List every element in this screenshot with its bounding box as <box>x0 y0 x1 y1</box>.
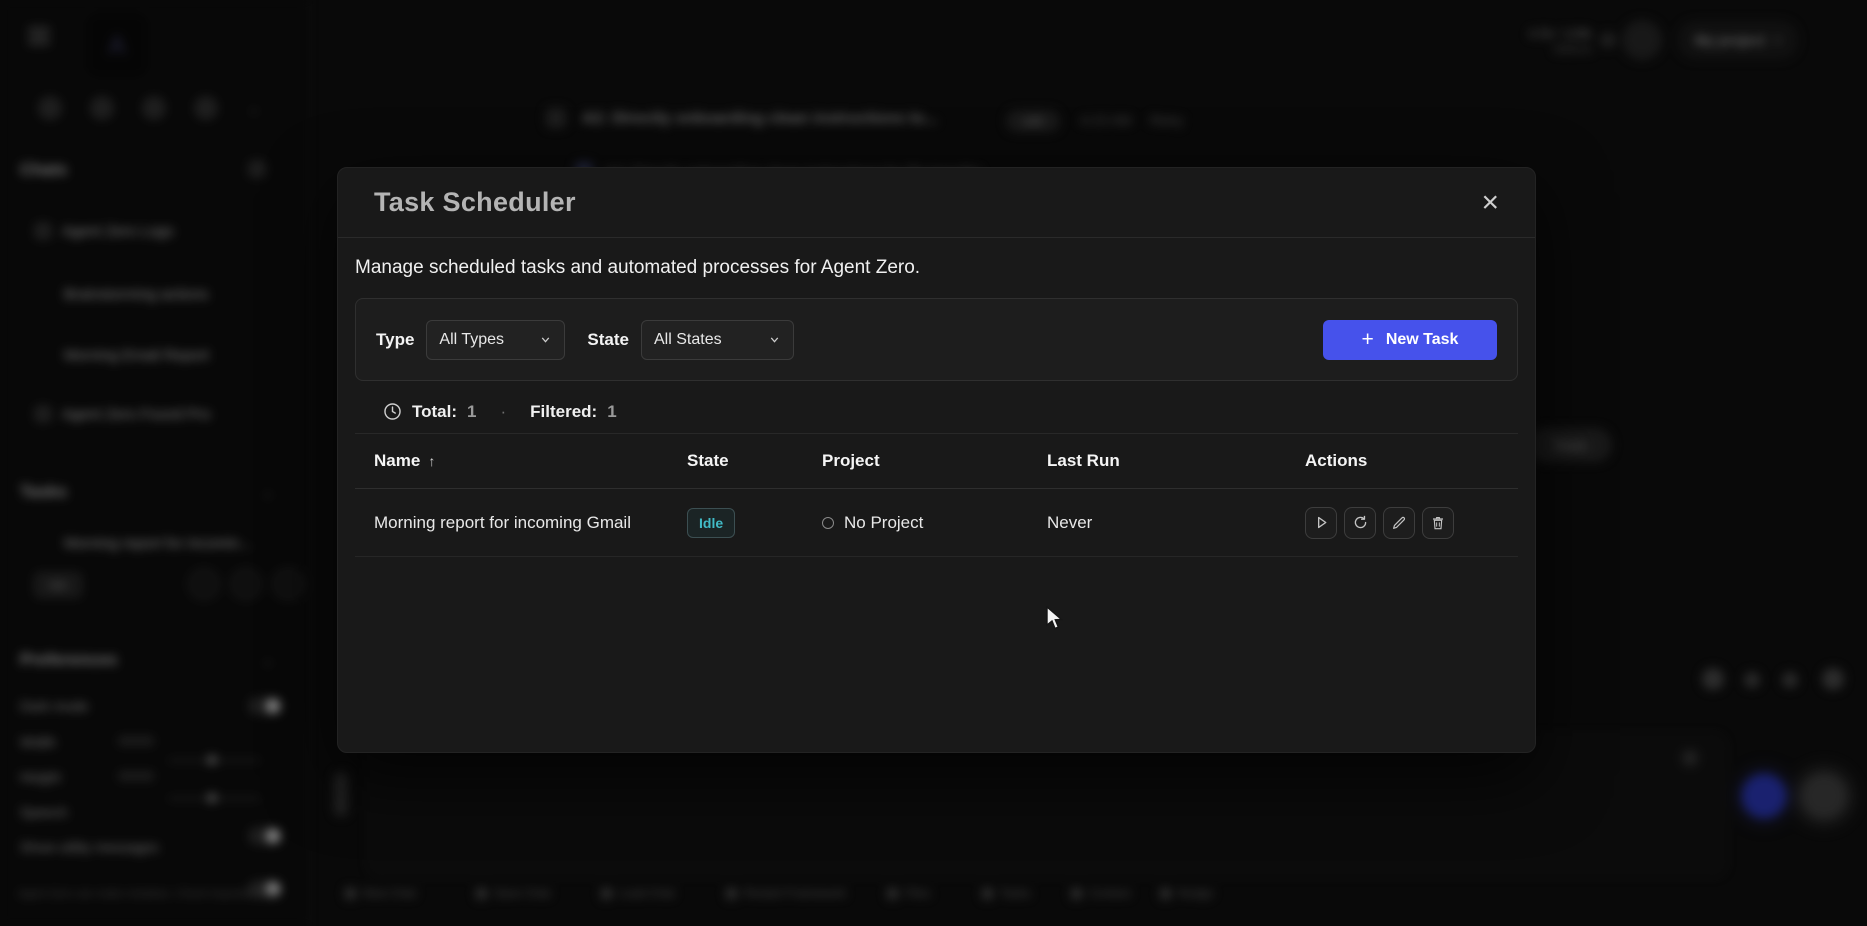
filtered-value: 1 <box>607 402 616 422</box>
sort-ascending-icon: ↑ <box>428 453 435 469</box>
mouse-cursor <box>1045 606 1067 632</box>
run-task-icon[interactable] <box>1305 507 1337 539</box>
edit-icon[interactable] <box>1383 507 1415 539</box>
task-scheduler-modal: Task Scheduler × Manage scheduled tasks … <box>337 167 1536 753</box>
last-run-value: Never <box>1047 513 1305 533</box>
chevron-down-icon <box>768 333 781 346</box>
table-row[interactable]: Morning report for incoming Gmail Idle N… <box>355 489 1518 557</box>
type-filter-label: Type <box>376 330 414 350</box>
column-header-state[interactable]: State <box>687 451 822 471</box>
filtered-label: Filtered: <box>530 402 597 422</box>
state-select[interactable]: All States <box>641 320 794 360</box>
filter-bar: Type All Types State All States + New Ta… <box>355 298 1518 381</box>
table-header-row: Name↑ State Project Last Run Actions <box>355 434 1518 489</box>
reload-icon[interactable] <box>1344 507 1376 539</box>
chevron-down-icon <box>539 333 552 346</box>
total-value: 1 <box>467 402 476 422</box>
modal-title: Task Scheduler <box>374 187 1475 218</box>
type-select[interactable]: All Types <box>426 320 565 360</box>
state-filter-label: State <box>587 330 629 350</box>
column-header-actions: Actions <box>1305 451 1518 471</box>
project-name: No Project <box>844 513 923 533</box>
task-name: Morning report for incoming Gmail <box>374 513 687 533</box>
column-header-name[interactable]: Name↑ <box>374 451 687 471</box>
stats-separator: · <box>500 402 506 422</box>
column-header-project[interactable]: Project <box>822 451 1047 471</box>
type-select-value: All Types <box>439 331 504 349</box>
modal-subtitle: Manage scheduled tasks and automated pro… <box>355 257 1518 279</box>
project-circle-icon <box>822 517 834 529</box>
plus-icon: + <box>1362 329 1374 350</box>
clock-icon <box>383 402 402 421</box>
close-icon[interactable]: × <box>1475 188 1505 218</box>
delete-icon[interactable] <box>1422 507 1454 539</box>
new-task-label: New Task <box>1386 331 1459 349</box>
new-task-button[interactable]: + New Task <box>1323 320 1497 360</box>
status-badge: Idle <box>687 508 735 538</box>
state-select-value: All States <box>654 331 722 349</box>
column-header-lastrun[interactable]: Last Run <box>1047 451 1305 471</box>
task-stats-row: Total: 1 · Filtered: 1 <box>355 390 1518 434</box>
total-label: Total: <box>412 402 457 422</box>
modal-header: Task Scheduler × <box>338 168 1535 238</box>
